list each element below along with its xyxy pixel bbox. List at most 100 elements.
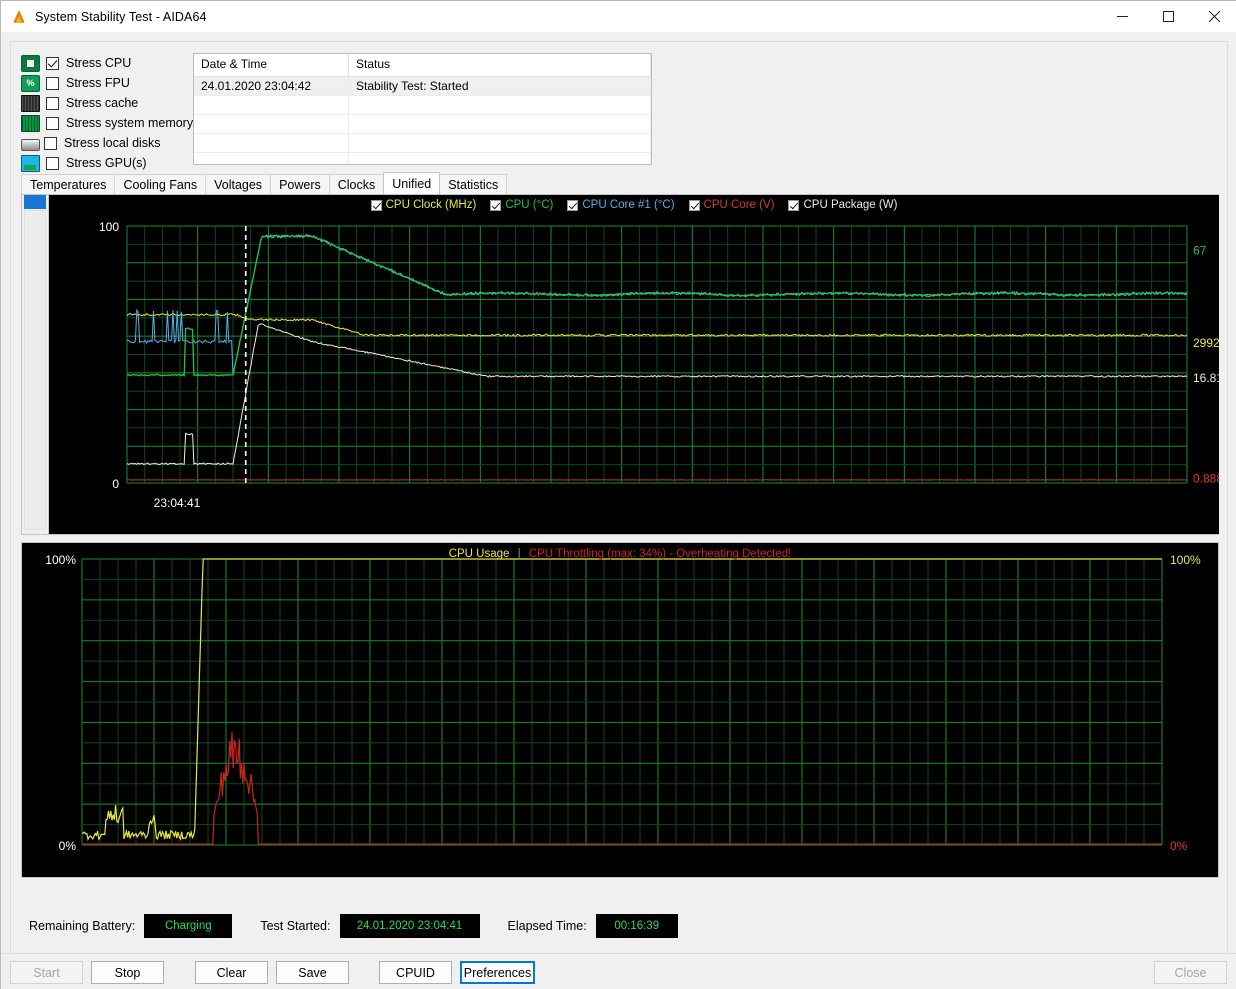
table-row[interactable]	[194, 134, 651, 153]
disk-icon	[21, 136, 40, 151]
unified-chart-panel: CPU Clock (MHz) CPU (°C) CPU Core #1 (°C…	[21, 194, 1223, 535]
svg-text:0%: 0%	[59, 839, 77, 853]
legend-checkbox-cpu-clock[interactable]	[370, 199, 382, 211]
tab-temperatures[interactable]: Temperatures	[21, 174, 116, 194]
close-icon[interactable]	[1191, 1, 1236, 32]
legend-checkbox-cpu-package-w[interactable]	[788, 199, 800, 211]
stress-gpu-label: Stress GPU(s)	[66, 156, 147, 170]
stress-fpu-checkbox[interactable]	[46, 76, 59, 90]
stress-option-cpu[interactable]: Stress CPU	[21, 53, 196, 73]
window-title: System Stability Test - AIDA64	[35, 9, 207, 24]
cpuid-button[interactable]: CPUID	[379, 961, 452, 984]
title-part-cpu-usage: CPU Usage	[448, 548, 510, 560]
tab-clocks[interactable]: Clocks	[328, 174, 385, 194]
cell-status	[349, 115, 651, 134]
legend-item-cpu-package-w[interactable]: CPU Package (W)	[788, 199, 897, 211]
title-part-throttling: CPU Throttling (max: 34%) - Overheating …	[528, 548, 792, 560]
svg-text:67: 67	[1193, 243, 1207, 257]
status-strip: Remaining Battery: Charging Test Started…	[11, 906, 1229, 946]
tab-statistics[interactable]: Statistics	[439, 174, 508, 194]
tab-voltages[interactable]: Voltages	[205, 174, 272, 194]
table-header-row: Date & Time Status	[194, 54, 651, 77]
battery-value: Charging	[144, 914, 233, 938]
unified-chart-svg: 100023:04:416767299216.810.888	[99, 220, 1223, 510]
stop-button[interactable]: Stop	[91, 961, 164, 984]
minimize-icon[interactable]	[1099, 1, 1145, 32]
legend-item-cpu-core-volt[interactable]: CPU Core (V)	[688, 199, 774, 211]
stress-gpu-checkbox[interactable]	[46, 156, 59, 170]
legend-checkbox-cpu-core-volt[interactable]	[688, 199, 700, 211]
clear-button[interactable]: Clear	[195, 961, 268, 984]
stress-option-cache[interactable]: Stress cache	[21, 93, 196, 113]
table-row[interactable]	[194, 153, 651, 164]
cell-status: Stability Test: Started	[349, 77, 651, 96]
save-button[interactable]: Save	[276, 961, 349, 984]
tab-cooling-fans[interactable]: Cooling Fans	[114, 174, 207, 194]
stress-cpu-checkbox[interactable]	[46, 56, 59, 70]
cell-status	[349, 134, 651, 153]
event-log-table[interactable]: Date & Time Status 24.01.2020 23:04:42 S…	[193, 53, 652, 165]
flame-icon	[11, 9, 27, 25]
battery-label: Remaining Battery:	[29, 919, 136, 933]
cell-datetime	[194, 153, 349, 164]
cache-icon	[21, 94, 40, 112]
legend-item-cpu-temp[interactable]: CPU (°C)	[490, 199, 553, 211]
start-button[interactable]: Start	[10, 961, 83, 984]
legend-checkbox-cpu-temp[interactable]	[490, 199, 502, 211]
stress-disks-label: Stress local disks	[64, 136, 161, 150]
svg-text:23:04:41: 23:04:41	[154, 496, 201, 510]
aida64-stability-test-window: System Stability Test - AIDA64 Stress CP…	[0, 0, 1236, 989]
scrollbar-thumb[interactable]	[24, 195, 46, 209]
chart-tab-bar: Temperatures Cooling Fans Voltages Power…	[21, 172, 1219, 194]
stress-option-disks[interactable]: Stress local disks	[21, 133, 196, 153]
main-panel: Stress CPU % Stress FPU Stress cache Str…	[10, 41, 1228, 981]
tab-powers[interactable]: Powers	[270, 174, 330, 194]
elapsed-time-value: 00:16:39	[595, 914, 678, 938]
close-button[interactable]: Close	[1154, 961, 1227, 984]
stress-option-memory[interactable]: Stress system memory	[21, 113, 196, 133]
cpu-icon	[21, 54, 40, 72]
table-row[interactable]: 24.01.2020 23:04:42 Stability Test: Star…	[194, 77, 651, 96]
cpu-usage-chart-panel[interactable]: CPU Usage | CPU Throttling (max: 34%) - …	[21, 542, 1219, 878]
legend-label-cpu-core1-temp: CPU Core #1 (°C)	[582, 199, 675, 211]
stress-option-fpu[interactable]: % Stress FPU	[21, 73, 196, 93]
chart-legend: CPU Clock (MHz) CPU (°C) CPU Core #1 (°C…	[49, 199, 1219, 211]
cell-datetime: 24.01.2020 23:04:42	[194, 77, 349, 96]
legend-label-cpu-package-w: CPU Package (W)	[803, 199, 898, 211]
stress-cache-label: Stress cache	[66, 96, 139, 110]
stress-cache-checkbox[interactable]	[46, 96, 59, 110]
unified-plot-area[interactable]: CPU Clock (MHz) CPU (°C) CPU Core #1 (°C…	[49, 195, 1223, 534]
column-header-status[interactable]: Status	[349, 54, 651, 76]
legend-checkbox-cpu-core1-temp[interactable]	[567, 199, 579, 211]
fpu-icon: %	[21, 74, 40, 92]
legend-label-cpu-temp: CPU (°C)	[505, 199, 554, 211]
stress-disks-checkbox[interactable]	[44, 136, 57, 150]
stress-option-gpu[interactable]: Stress GPU(s)	[21, 153, 196, 173]
maximize-icon[interactable]	[1145, 1, 1191, 32]
title-bar: System Stability Test - AIDA64	[1, 1, 1236, 32]
preferences-button[interactable]: Preferences	[460, 961, 535, 984]
svg-text:0%: 0%	[1170, 839, 1188, 853]
cpu-usage-chart-title: CPU Usage | CPU Throttling (max: 34%) - …	[22, 548, 1218, 560]
stress-options-list: Stress CPU % Stress FPU Stress cache Str…	[21, 53, 196, 173]
stress-memory-checkbox[interactable]	[46, 116, 59, 130]
gpu-icon	[21, 154, 40, 172]
scrollbar-track[interactable]	[24, 210, 46, 530]
cell-status	[349, 153, 651, 164]
cell-status	[349, 96, 651, 115]
table-row[interactable]	[194, 115, 651, 134]
cell-datetime	[194, 115, 349, 134]
table-row[interactable]	[194, 96, 651, 115]
chart-vertical-scrollbar[interactable]	[22, 195, 49, 534]
svg-text:16.81: 16.81	[1193, 371, 1219, 385]
tab-unified[interactable]: Unified	[383, 172, 441, 194]
client-area: Stress CPU % Stress FPU Stress cache Str…	[1, 32, 1236, 989]
elapsed-time-label: Elapsed Time:	[507, 919, 587, 933]
legend-item-cpu-core1-temp[interactable]: CPU Core #1 (°C)	[567, 199, 675, 211]
column-header-datetime[interactable]: Date & Time	[194, 54, 349, 76]
svg-text:0.888: 0.888	[1193, 471, 1219, 485]
cpu-usage-chart-svg: 100%0%100%0%	[45, 553, 1201, 853]
memory-icon	[21, 114, 40, 132]
legend-item-cpu-clock[interactable]: CPU Clock (MHz)	[370, 199, 476, 211]
cell-datetime	[194, 134, 349, 153]
